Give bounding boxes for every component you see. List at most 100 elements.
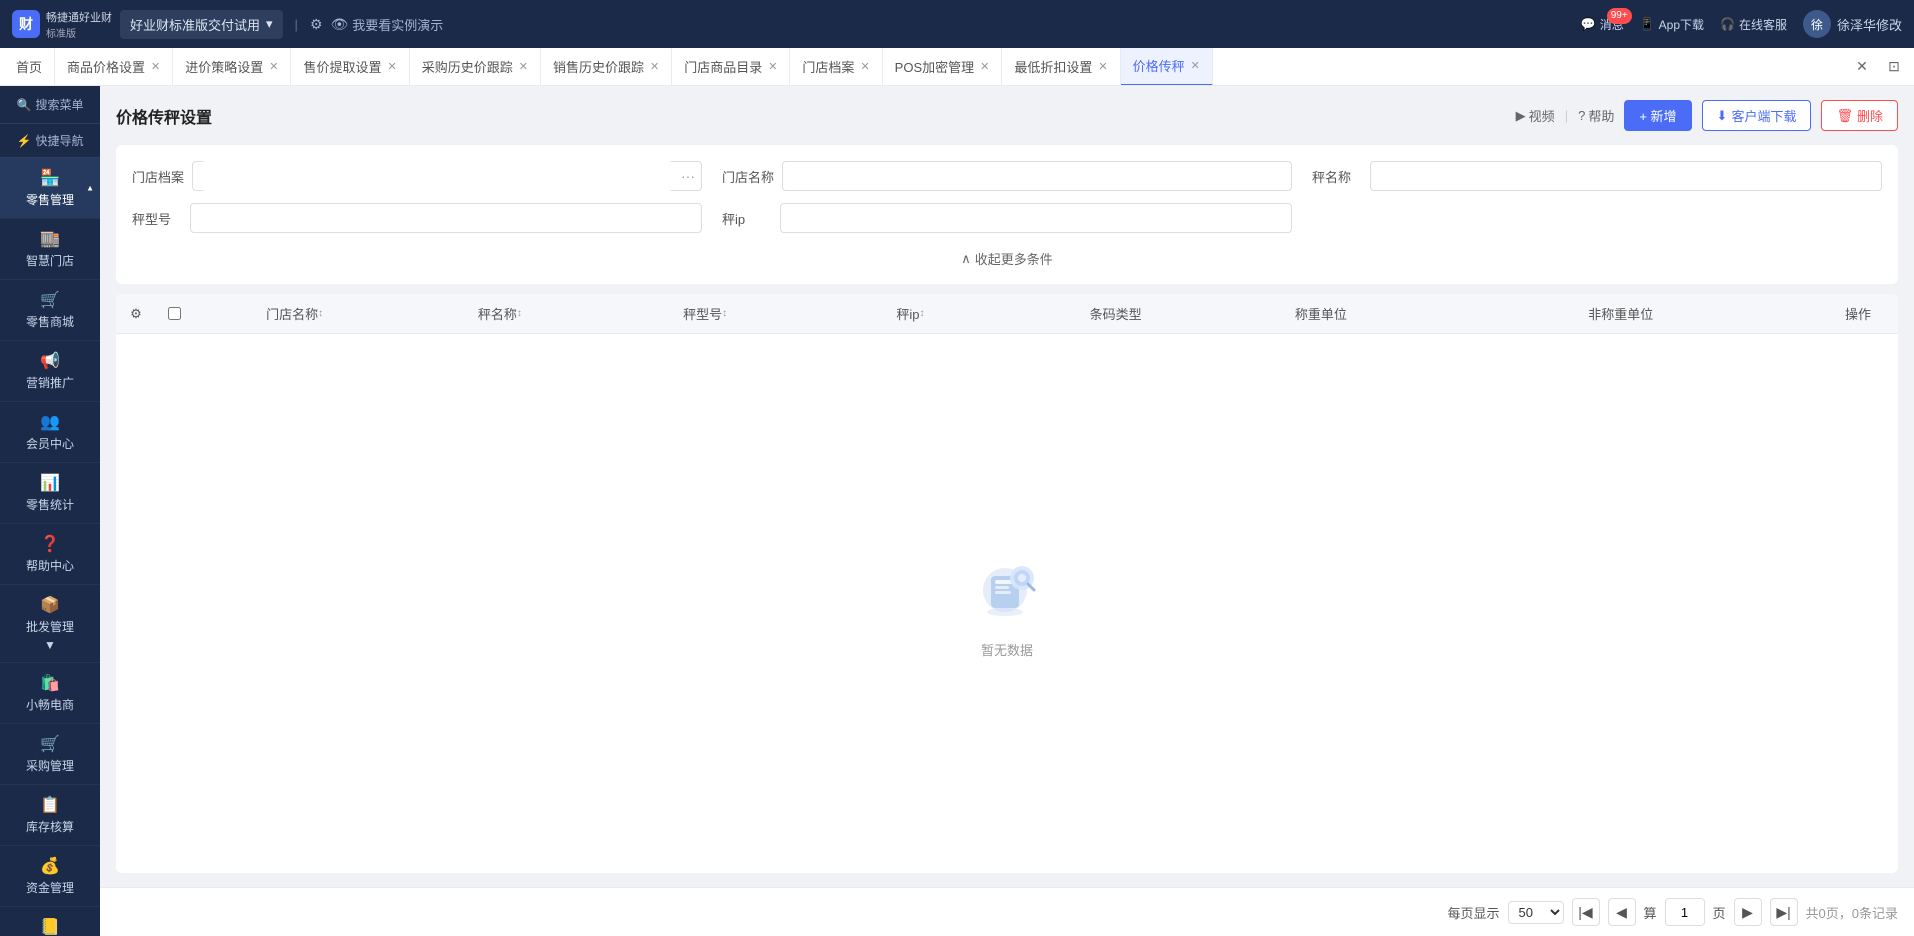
logo-version: 标准版	[46, 25, 112, 40]
sidebar-search[interactable]: 🔍 搜索菜单	[0, 86, 100, 124]
download-icon: 📱	[1640, 17, 1655, 31]
select-all-checkbox[interactable]	[168, 307, 181, 320]
tab-close-icon[interactable]: ✕	[269, 60, 278, 73]
tab-purchase-history[interactable]: 采购历史价跟踪 ✕	[410, 48, 541, 86]
sidebar-item-marketing[interactable]: 📢 营销推广	[0, 341, 100, 402]
th-scale-name[interactable]: 秤名称	[397, 304, 602, 323]
sidebar-item-wholesale[interactable]: 📦 批发管理	[0, 585, 100, 663]
retail-icon: 🏪	[40, 168, 60, 188]
prev-page-btn[interactable]: ◀	[1608, 898, 1636, 926]
first-page-btn[interactable]: |◀	[1572, 898, 1600, 926]
sidebar-item-retail-stats[interactable]: 📊 零售统计	[0, 463, 100, 524]
tab-close-icon[interactable]: ✕	[151, 60, 160, 73]
chevron-down-icon: ▾	[266, 16, 273, 32]
page-size-select[interactable]: 50 10 20 100	[1508, 901, 1564, 924]
tab-sales-history[interactable]: 销售历史价跟踪 ✕	[541, 48, 672, 86]
sidebar-item-retail[interactable]: 🏪 零售管理	[0, 158, 100, 219]
tab-sale-extract[interactable]: 售价提取设置 ✕	[291, 48, 409, 86]
next-page-btn[interactable]: ▶	[1734, 898, 1762, 926]
scale-ip-input[interactable]	[780, 203, 1292, 233]
logo-icon: 财	[12, 10, 40, 38]
th-barcode-type: 条码类型	[1013, 304, 1218, 323]
th-operations: 操作	[1818, 304, 1898, 323]
sidebar-item-ledger[interactable]: 📒 总账管理	[0, 907, 100, 936]
th-ops-label: 操作	[1845, 304, 1871, 323]
tab-close-icon[interactable]: ✕	[1191, 59, 1200, 72]
sidebar-item-smart-store[interactable]: 🏬 智慧门店	[0, 219, 100, 280]
collapse-up-icon: ∧	[961, 251, 971, 267]
selector-label: 好业财标准版交付试用	[130, 15, 260, 34]
tab-close-icon[interactable]: ✕	[768, 60, 777, 73]
tab-close-icon[interactable]: ✕	[1098, 60, 1107, 73]
demo-link[interactable]: 👁 我要看实例演示	[331, 15, 444, 34]
app-download-label: App下载	[1659, 16, 1704, 33]
app-download-btn[interactable]: 📱 App下载	[1640, 16, 1704, 33]
th-scale-ip[interactable]: 秤ip	[808, 304, 1013, 323]
store-profile-input-wrap: ···	[192, 161, 702, 191]
sidebar-item-ecommerce[interactable]: 🛍️ 小畅电商	[0, 663, 100, 724]
store-name-input[interactable]	[782, 161, 1292, 191]
sidebar-item-label: 智慧门店	[26, 252, 74, 269]
settings-icon-btn[interactable]: ⚙	[310, 16, 323, 33]
collapse-btn[interactable]: ∧ 收起更多条件	[961, 249, 1053, 268]
th-store-name[interactable]: 门店名称	[192, 304, 397, 323]
tab-close-icon[interactable]: ✕	[980, 60, 989, 73]
th-settings[interactable]: ⚙	[116, 306, 156, 322]
store-profile-input[interactable]	[201, 161, 673, 191]
sidebar-item-help[interactable]: ❓ 帮助中心	[0, 524, 100, 585]
sidebar-item-purchase[interactable]: 🛒 采购管理	[0, 724, 100, 785]
th-checkbox[interactable]	[156, 307, 192, 320]
tab-pos-security[interactable]: POS加密管理 ✕	[883, 48, 1003, 86]
sidebar-item-label: 零售统计	[26, 496, 74, 513]
sidebar-item-label: 采购管理	[26, 757, 74, 774]
tab-price-scale[interactable]: 价格传秤 ✕	[1121, 48, 1213, 86]
tab-home[interactable]: 首页	[4, 48, 55, 86]
version-selector[interactable]: 好业财标准版交付试用 ▾	[120, 10, 283, 39]
tab-store-catalog[interactable]: 门店商品目录 ✕	[672, 48, 790, 86]
tab-price-strategy[interactable]: 进价策略设置 ✕	[173, 48, 291, 86]
th-barcode-label: 条码类型	[1090, 304, 1142, 323]
online-service-btn[interactable]: 🎧 在线客服	[1720, 16, 1787, 33]
empty-icon	[967, 548, 1047, 628]
tab-price-setting[interactable]: 商品价格设置 ✕	[55, 48, 173, 86]
tab-store-profile[interactable]: 门店档案 ✕	[790, 48, 882, 86]
scale-name-input[interactable]	[1370, 161, 1882, 191]
expand-tab-btn[interactable]: ⊡	[1878, 51, 1910, 83]
tab-discount[interactable]: 最低折扣设置 ✕	[1002, 48, 1120, 86]
main-layout: 🔍 搜索菜单 ⚡ 快捷导航 🏪 零售管理 🏬 智慧门店 🛒 零售商城 📢 营销推…	[0, 86, 1914, 936]
page-content: 价格传秤设置 ▶ 视频 | ? 帮助 + 新增 ⬇	[100, 86, 1914, 887]
user-area[interactable]: 徐 徐泽华修改	[1803, 10, 1902, 38]
th-scale-name-label: 秤名称	[478, 304, 517, 323]
tab-actions: ✕ ⊡	[1846, 51, 1910, 83]
page-header: 价格传秤设置 ▶ 视频 | ? 帮助 + 新增 ⬇	[116, 100, 1898, 131]
tab-close-icon[interactable]: ✕	[650, 60, 659, 73]
help-link[interactable]: ? 帮助	[1578, 106, 1614, 125]
last-page-btn[interactable]: ▶|	[1770, 898, 1798, 926]
sidebar-item-inventory[interactable]: 📋 库存核算	[0, 785, 100, 846]
page-word: 算	[1644, 903, 1657, 922]
tab-close-icon[interactable]: ✕	[388, 60, 397, 73]
sidebar-item-label: 批发管理	[26, 618, 74, 635]
sidebar-quick-nav[interactable]: ⚡ 快捷导航	[0, 124, 100, 158]
download-button[interactable]: ⬇ 客户端下载	[1702, 100, 1812, 131]
th-scale-model[interactable]: 秤型号	[603, 304, 808, 323]
sidebar-item-finance[interactable]: 💰 资金管理	[0, 846, 100, 907]
avatar-initials: 徐	[1811, 16, 1823, 33]
sidebar-item-retail-mall[interactable]: 🛒 零售商城	[0, 280, 100, 341]
video-link[interactable]: ▶ 视频	[1516, 106, 1555, 125]
tab-label: POS加密管理	[895, 57, 974, 76]
delete-button[interactable]: 🗑 删除	[1821, 100, 1898, 131]
header-left: 财 畅捷通好业财 标准版 好业财标准版交付试用 ▾ | ⚙ 👁 我要看实例演示	[12, 9, 443, 40]
table-body: 暂无数据	[116, 334, 1898, 873]
tab-close-icon[interactable]: ✕	[860, 60, 869, 73]
video-label: 视频	[1529, 106, 1555, 125]
sidebar-item-member[interactable]: 👥 会员中心	[0, 402, 100, 463]
page-input[interactable]	[1665, 898, 1705, 926]
scale-model-input[interactable]	[190, 203, 702, 233]
more-icon[interactable]: ···	[681, 168, 695, 184]
message-btn[interactable]: 💬 消息 99+	[1581, 16, 1624, 33]
add-button[interactable]: + 新增	[1624, 100, 1691, 131]
store-name-label: 门店名称	[722, 167, 774, 186]
close-tab-btn[interactable]: ✕	[1846, 51, 1878, 83]
tab-close-icon[interactable]: ✕	[519, 60, 528, 73]
